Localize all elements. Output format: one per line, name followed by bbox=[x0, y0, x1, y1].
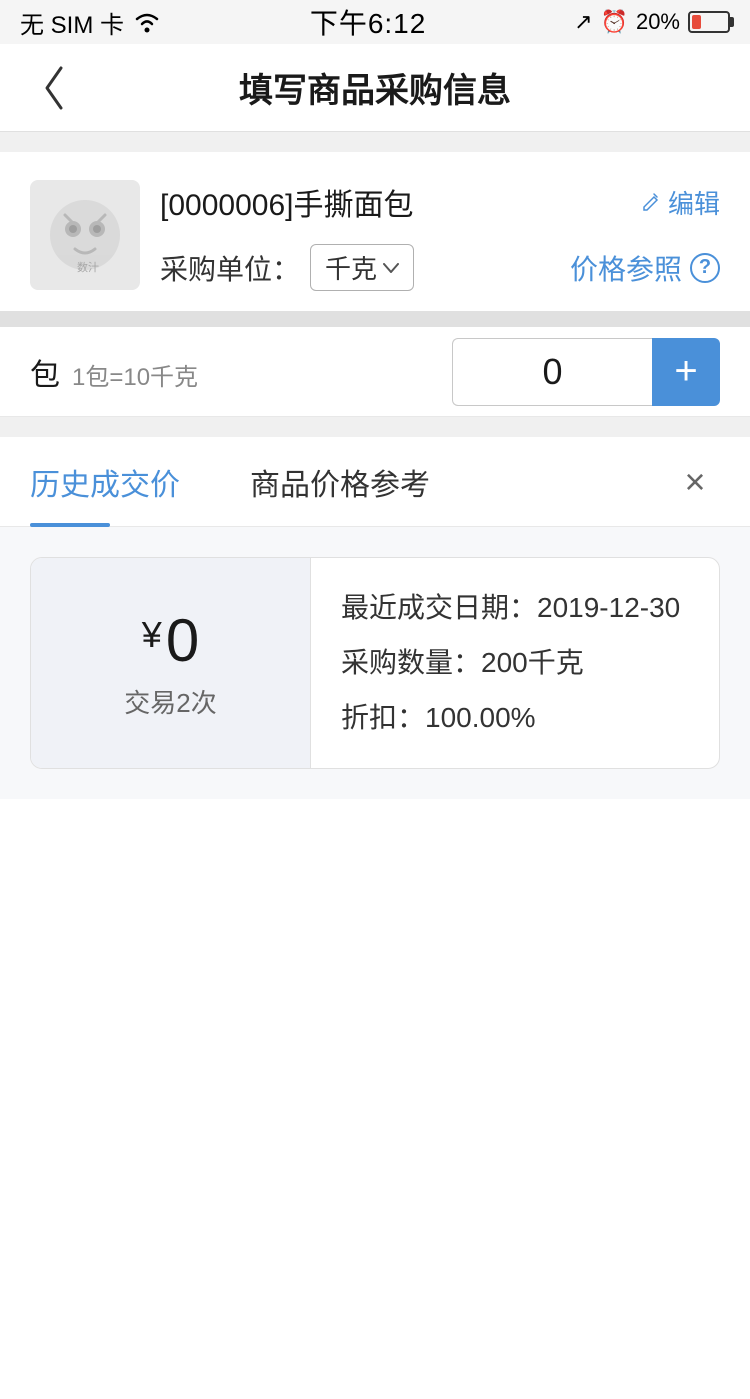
tab-close-button[interactable]: × bbox=[670, 457, 720, 507]
tab2-label: 商品价格参考 bbox=[250, 460, 430, 504]
alarm-icon: ⏰ bbox=[601, 9, 628, 35]
price-card: ¥ 0 交易2次 最近成交日期：2019-12-30 采购数量：200千克 折扣… bbox=[30, 557, 720, 769]
edit-icon bbox=[640, 190, 664, 214]
tab-header: 历史成交价 商品价格参考 × bbox=[0, 437, 750, 527]
help-icon: ? bbox=[690, 253, 720, 283]
date-label: 最近成交日期： bbox=[341, 592, 537, 623]
product-name: [0000006]手撕面包 bbox=[160, 180, 413, 224]
discount-value: 100.00% bbox=[425, 702, 536, 733]
location-icon: ↗ bbox=[574, 9, 592, 35]
status-left: 无 SIM 卡 bbox=[20, 5, 162, 40]
tab-section: 历史成交价 商品价格参考 × ¥ 0 交易2次 最近成交日期：2019-12-3… bbox=[0, 437, 750, 799]
qty-label: 采购数量： bbox=[341, 647, 481, 678]
tab1-label: 历史成交价 bbox=[30, 460, 180, 504]
plus-icon: + bbox=[674, 349, 697, 394]
quantity-value: 0 bbox=[542, 351, 562, 393]
price-discount-row: 折扣：100.00% bbox=[341, 698, 689, 737]
bottom-area bbox=[0, 799, 750, 1399]
price-amount: ¥ 0 bbox=[142, 606, 199, 675]
price-currency: ¥ bbox=[142, 614, 162, 656]
price-card-left: ¥ 0 交易2次 bbox=[31, 558, 311, 768]
nav-bar: 填写商品采购信息 bbox=[0, 44, 750, 132]
discount-label: 折扣： bbox=[341, 702, 425, 733]
svg-text:数汁: 数汁 bbox=[77, 261, 99, 274]
battery-percent: 20% bbox=[636, 9, 680, 35]
product-thumbnail: 数汁 bbox=[30, 180, 140, 290]
carrier-text: 无 SIM 卡 bbox=[20, 5, 124, 40]
quantity-input-group: 0 + bbox=[452, 338, 720, 406]
quantity-plus-button[interactable]: + bbox=[652, 338, 720, 406]
brand-logo: 数汁 bbox=[45, 195, 125, 275]
product-section: 数汁 [0000006]手撕面包 编辑 采购单位： 千克 bbox=[0, 152, 750, 311]
product-row: 数汁 [0000006]手撕面包 编辑 采购单位： 千克 bbox=[30, 180, 720, 291]
status-right: ↗ ⏰ 20% bbox=[574, 9, 730, 35]
battery-icon bbox=[688, 11, 730, 33]
quantity-section: 包 1包=10千克 0 + bbox=[0, 327, 750, 417]
chevron-down-icon bbox=[383, 263, 399, 273]
status-bar: 无 SIM 卡 下午6:12 ↗ ⏰ 20% bbox=[0, 0, 750, 44]
tab-product-price-ref[interactable]: 商品价格参考 bbox=[250, 437, 450, 527]
unit-value: 千克 bbox=[325, 249, 377, 286]
back-button[interactable] bbox=[24, 58, 84, 118]
close-icon: × bbox=[684, 461, 705, 503]
wifi-icon bbox=[132, 11, 162, 33]
unit-prefix: 采购单位： bbox=[160, 248, 300, 288]
quantity-unit: 包 bbox=[30, 350, 60, 394]
tab-history-price[interactable]: 历史成交价 bbox=[30, 437, 200, 527]
quantity-conversion: 1包=10千克 bbox=[72, 357, 198, 392]
qty-value: 200千克 bbox=[481, 647, 584, 678]
page-title: 填写商品采购信息 bbox=[239, 63, 511, 112]
price-trades: 交易2次 bbox=[124, 683, 216, 720]
price-date-row: 最近成交日期：2019-12-30 bbox=[341, 588, 689, 627]
price-card-right: 最近成交日期：2019-12-30 采购数量：200千克 折扣：100.00% bbox=[311, 558, 719, 768]
edit-button[interactable]: 编辑 bbox=[640, 184, 720, 221]
unit-select[interactable]: 千克 bbox=[310, 244, 414, 291]
product-header: [0000006]手撕面包 编辑 bbox=[160, 180, 720, 224]
section-divider bbox=[0, 311, 750, 327]
quantity-input[interactable]: 0 bbox=[452, 338, 652, 406]
price-number: 0 bbox=[166, 606, 199, 675]
quantity-label-group: 包 1包=10千克 bbox=[30, 350, 198, 394]
product-unit-row: 采购单位： 千克 价格参照 ? bbox=[160, 244, 720, 291]
price-ref-label: 价格参照 bbox=[570, 248, 682, 288]
status-time: 下午6:12 bbox=[310, 2, 427, 42]
price-qty-row: 采购数量：200千克 bbox=[341, 643, 689, 682]
price-ref-button[interactable]: 价格参照 ? bbox=[570, 248, 720, 288]
product-info: [0000006]手撕面包 编辑 采购单位： 千克 bbox=[160, 180, 720, 291]
edit-label: 编辑 bbox=[668, 184, 720, 221]
date-value: 2019-12-30 bbox=[537, 592, 680, 623]
price-card-area: ¥ 0 交易2次 最近成交日期：2019-12-30 采购数量：200千克 折扣… bbox=[0, 527, 750, 799]
